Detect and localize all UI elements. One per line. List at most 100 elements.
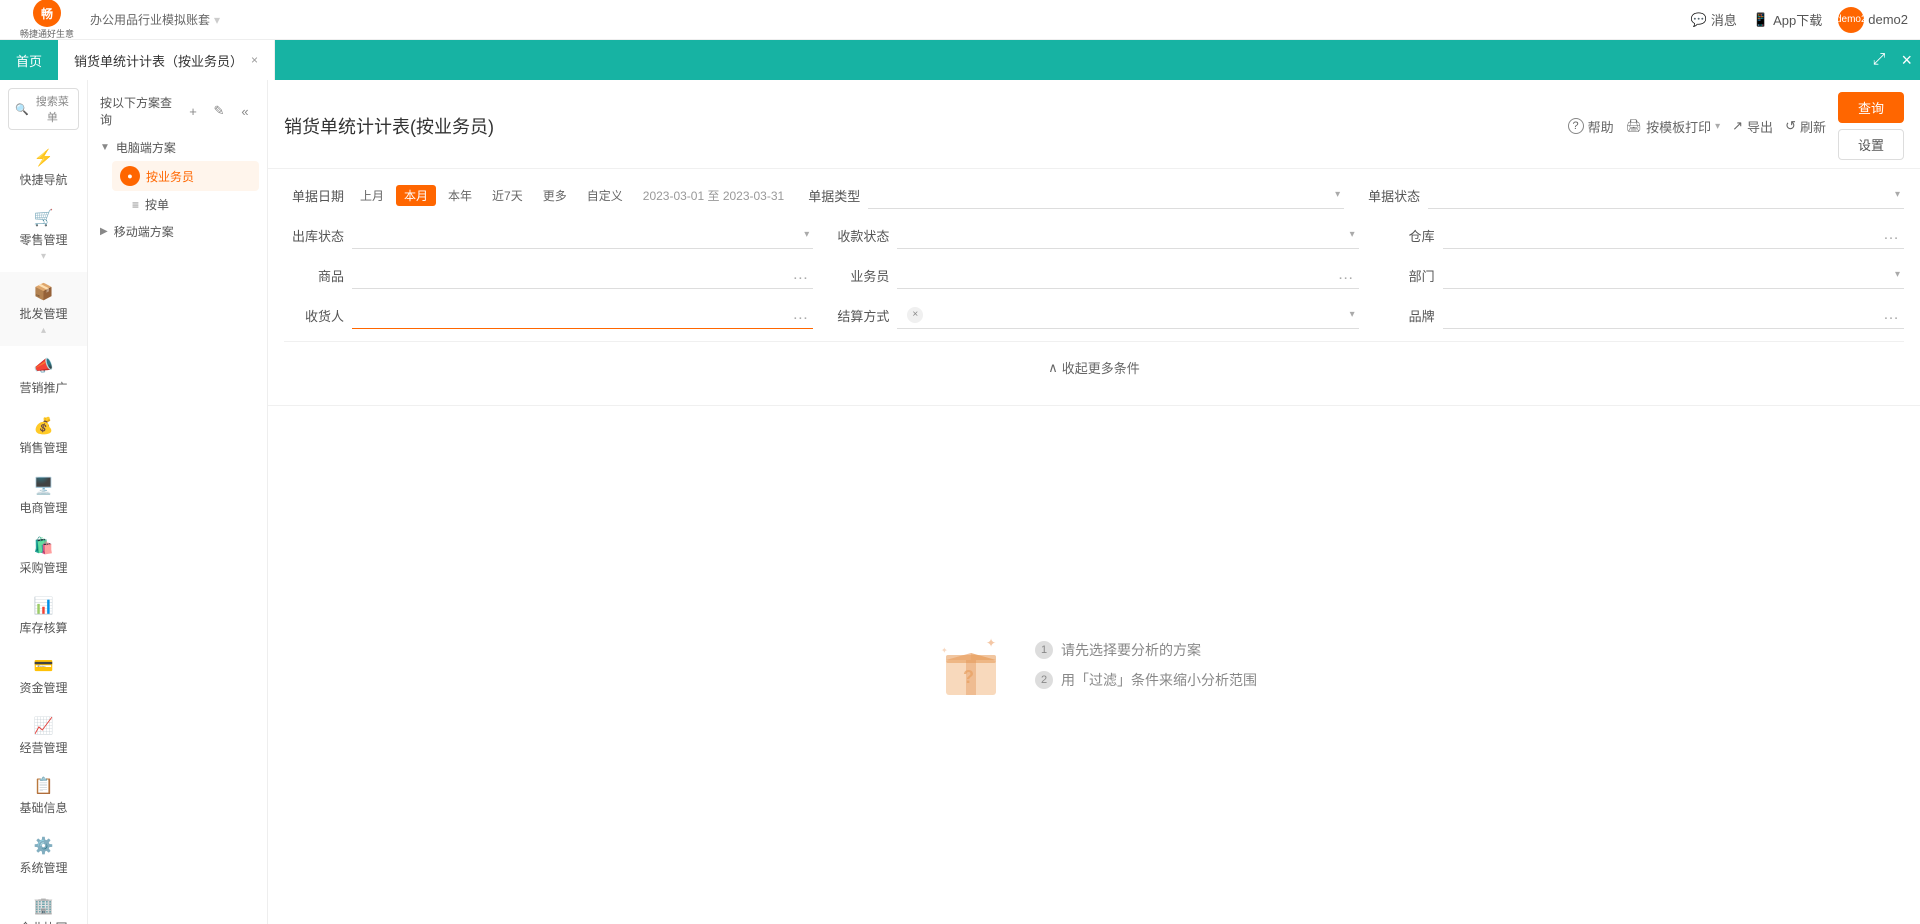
purchase-icon: 🛍️	[34, 536, 54, 556]
message-button[interactable]: 💬 消息	[1691, 10, 1737, 29]
page-header: 销货单统计计表(按业务员) ? 帮助 🖨 按模板打印 ▾ ↗	[268, 80, 1920, 169]
this-month-tab[interactable]: 本月	[396, 185, 436, 206]
data-area: ✦ ✦ ? 1 请先选择要分析的方案	[268, 406, 1920, 924]
maximize-icon[interactable]: ⤢	[1873, 51, 1886, 69]
payment-clear-icon[interactable]: ×	[907, 307, 923, 323]
add-scheme-button[interactable]: +	[183, 101, 203, 121]
doc-status-control[interactable]: ▾	[1428, 181, 1904, 209]
pc-scheme-children: ● 按业务员 ≡ 按单	[96, 161, 259, 218]
product-label: 商品	[284, 266, 344, 285]
sidebar-item-basic[interactable]: 📋 基础信息	[0, 766, 87, 826]
sidebar-item-corp[interactable]: 🏢 企业协同	[0, 886, 87, 924]
collapse-panel-button[interactable]: «	[235, 101, 255, 121]
department-filter-cell: 部门 ▾	[1375, 261, 1904, 289]
custom-tab[interactable]: 自定义	[579, 185, 631, 206]
page-title: 销货单统计计表(按业务员)	[284, 113, 494, 139]
main-layout: 🔍 搜索菜单 ⚡ 快捷导航 🛒 零售管理 ▾ 📦 批发管理 ▴ 📣 营销推广 💰…	[0, 80, 1920, 924]
brand-control[interactable]: …	[1443, 301, 1904, 329]
empty-tips: 1 请先选择要分析的方案 2 用「过滤」条件来缩小分析范围	[1035, 640, 1257, 690]
consignee-filter-cell: 收货人 …	[284, 301, 813, 329]
wholesale-icon: 📦	[34, 282, 54, 302]
doc-type-control[interactable]: ▾	[868, 181, 1344, 209]
date-filter-cell: 单据日期 上月 本月 本年 近7天 更多 自定义 20	[284, 185, 784, 206]
tabbar-end: ⤢ ×	[1873, 50, 1920, 71]
page-actions: ? 帮助 🖨 按模板打印 ▾ ↗ 导出 ↺	[1568, 92, 1904, 160]
sidebar-item-wholesale[interactable]: 📦 批发管理 ▴	[0, 272, 87, 346]
user-profile[interactable]: demo2 demo2	[1838, 7, 1908, 33]
product-dots: …	[792, 266, 809, 284]
search-button[interactable]: 🔍 搜索菜单	[8, 88, 79, 130]
date-filter: 上月 本月 本年 近7天 更多 自定义 2023-03-01 至 2023-03…	[352, 185, 784, 206]
export-icon: ↗	[1732, 118, 1743, 134]
out-status-arrow-icon: ▾	[804, 229, 809, 240]
finance-icon: 💳	[34, 656, 54, 676]
active-scheme-dot: ●	[120, 166, 140, 186]
empty-state-icon: ✦ ✦ ?	[931, 625, 1011, 705]
mobile-scheme-group[interactable]: ▶ 移动端方案	[96, 218, 259, 245]
doc-status-label: 单据状态	[1360, 186, 1420, 205]
sidebar-item-ops[interactable]: 📈 经营管理	[0, 706, 87, 766]
breadcrumb[interactable]: 办公用品行业模拟账套 ▾	[90, 11, 220, 28]
sidebar-item-ecom[interactable]: 🖥️ 电商管理	[0, 466, 87, 526]
collapse-button[interactable]: ∧ 收起更多条件	[284, 350, 1904, 385]
collapse-icon: ∧	[1048, 360, 1058, 376]
empty-tip-1: 1 请先选择要分析的方案	[1035, 640, 1257, 660]
filter-area: 单据日期 上月 本月 本年 近7天 更多 自定义 20	[268, 169, 1920, 406]
left-panel-title: 按以下方案查询	[100, 94, 183, 128]
print-button[interactable]: 🖨 按模板打印 ▾	[1626, 117, 1721, 136]
sidebar-item-finance[interactable]: 💳 资金管理	[0, 646, 87, 706]
svg-text:✦: ✦	[941, 646, 948, 655]
warehouse-filter-cell: 仓库 …	[1375, 221, 1904, 249]
tab-close-icon[interactable]: ×	[251, 53, 258, 67]
doc-type-filter-cell: 单据类型 ▾	[800, 181, 1344, 209]
left-panel-icons: + ✎ «	[183, 101, 255, 121]
left-panel-header: 按以下方案查询 + ✎ «	[88, 88, 267, 134]
payment-arrow-icon: ▾	[1350, 309, 1355, 320]
tabbar: 首页 销货单统计计表（按业务员） × ⤢ ×	[0, 40, 1920, 80]
sidebar-item-retail[interactable]: 🛒 零售管理 ▾	[0, 198, 87, 272]
help-button[interactable]: ? 帮助	[1568, 117, 1614, 136]
print-arrow-icon: ▾	[1715, 121, 1720, 132]
last-month-tab[interactable]: 上月	[352, 185, 392, 206]
sidebar-item-quick-nav[interactable]: ⚡ 快捷导航	[0, 138, 87, 198]
consignee-control[interactable]: …	[352, 301, 813, 329]
department-control[interactable]: ▾	[1443, 261, 1904, 289]
query-button[interactable]: 查询	[1838, 92, 1904, 123]
salesperson-control[interactable]: …	[897, 261, 1358, 289]
app-download-button[interactable]: 📱 App下载	[1753, 10, 1822, 29]
tab-active[interactable]: 销货单统计计表（按业务员） ×	[58, 40, 275, 80]
close-window-icon[interactable]: ×	[1901, 50, 1912, 71]
salesperson-filter-cell: 业务员 …	[829, 261, 1358, 289]
out-status-control[interactable]: ▾	[352, 221, 813, 249]
warehouse-control[interactable]: …	[1443, 221, 1904, 249]
date-tabs: 上月 本月 本年 近7天 更多 自定义	[352, 185, 631, 206]
payment-label: 结算方式	[829, 306, 889, 325]
sidebar-item-inventory[interactable]: 📊 库存核算	[0, 586, 87, 646]
refresh-button[interactable]: ↺ 刷新	[1785, 117, 1826, 136]
product-control[interactable]: …	[352, 261, 813, 289]
sidebar-item-marketing[interactable]: 📣 营销推广	[0, 346, 87, 406]
settings-button[interactable]: 设置	[1838, 129, 1904, 160]
filter-row-3: 商品 … 业务员 … 部门	[284, 261, 1904, 289]
payment-control[interactable]: × ▾	[897, 301, 1358, 329]
scheme-by-salesperson[interactable]: ● 按业务员	[112, 161, 259, 191]
sidebar-item-sales[interactable]: 💰 销售管理	[0, 406, 87, 466]
app-download-icon: 📱	[1753, 12, 1769, 28]
page-content: 按以下方案查询 + ✎ « ▼	[88, 80, 1920, 924]
receipt-status-control[interactable]: ▾	[897, 221, 1358, 249]
empty-tip-2: 2 用「过滤」条件来缩小分析范围	[1035, 670, 1257, 690]
scheme-by-order[interactable]: ≡ 按单	[124, 191, 259, 218]
date-range-text: 2023-03-01 至 2023-03-31	[643, 187, 784, 204]
export-button[interactable]: ↗ 导出	[1732, 117, 1773, 136]
last7-tab[interactable]: 近7天	[484, 185, 531, 206]
more-tab[interactable]: 更多	[535, 185, 575, 206]
sidebar-item-system[interactable]: ⚙️ 系统管理	[0, 826, 87, 886]
svg-text:✦: ✦	[986, 636, 996, 650]
this-year-tab[interactable]: 本年	[440, 185, 480, 206]
sidebar-item-purchase[interactable]: 🛍️ 采购管理	[0, 526, 87, 586]
edit-scheme-button[interactable]: ✎	[209, 101, 229, 121]
retail-icon: 🛒	[34, 208, 54, 228]
pc-scheme-group[interactable]: ▼ 电脑端方案	[96, 134, 259, 161]
breadcrumb-arrow-icon: ▾	[214, 13, 220, 27]
tab-home[interactable]: 首页	[0, 40, 58, 80]
